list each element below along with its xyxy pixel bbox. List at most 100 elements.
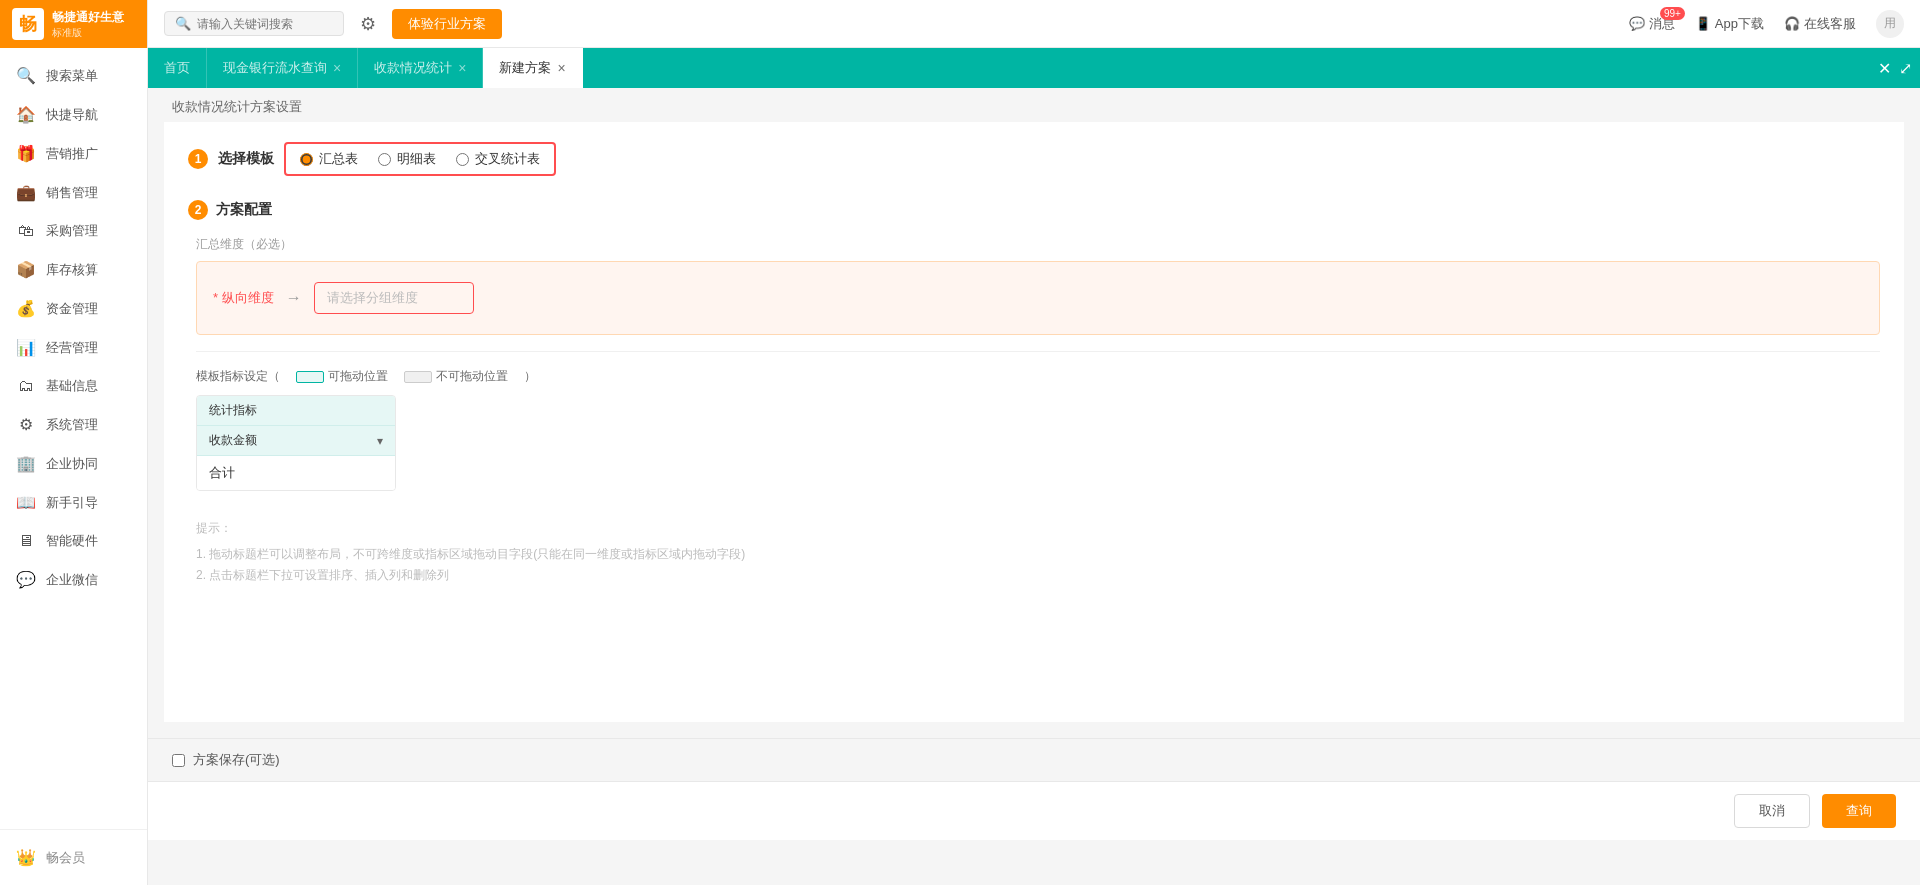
sales-icon: 💼 — [16, 183, 36, 202]
message-item[interactable]: 💬 消息 99+ — [1629, 15, 1675, 33]
service-item[interactable]: 🎧 在线客服 — [1784, 15, 1856, 33]
search-menu-icon: 🔍 — [16, 66, 36, 85]
tab-expand-icon[interactable]: ⤢ — [1899, 59, 1912, 78]
trial-button[interactable]: 体验行业方案 — [392, 9, 502, 39]
tab-bar: 首页 现金银行流水查询 × 收款情况统计 × 新建方案 × ✕ ⤢ — [148, 48, 1920, 88]
dimension-config-label: 汇总维度（必选） — [196, 236, 1880, 253]
sidebar-item-inventory[interactable]: 📦 库存核算 — [0, 250, 147, 289]
metrics-legend: 模板指标设定（ 可拖动位置 不可拖动位置 ） — [196, 368, 1880, 385]
purchase-icon: 🛍 — [16, 222, 36, 240]
download-icon: 📱 — [1695, 16, 1711, 31]
guide-icon: 📖 — [16, 493, 36, 512]
operations-icon: 📊 — [16, 338, 36, 357]
tab-collection-stats-close[interactable]: × — [458, 60, 466, 76]
sidebar: 畅 畅捷通好生意 标准版 🔍 搜索菜单 🏠 快捷导航 🎁 营销推广 💼 销售管理… — [0, 0, 148, 885]
metrics-table-row: 合计 — [197, 456, 395, 490]
save-option-label[interactable]: 方案保存(可选) — [193, 751, 280, 769]
tab-bank-flow[interactable]: 现金银行流水查询 × — [207, 48, 358, 88]
hardware-icon: 🖥 — [16, 532, 36, 550]
enterprise-icon: 🏢 — [16, 454, 36, 473]
form-container: 1 选择模板 汇总表 明细表 交叉统计表 — [164, 122, 1904, 722]
logo-text: 畅捷通好生意 标准版 — [52, 9, 124, 40]
sidebar-item-operations[interactable]: 📊 经营管理 — [0, 328, 147, 367]
sidebar-nav: 🔍 搜索菜单 🏠 快捷导航 🎁 营销推广 💼 销售管理 🛍 采购管理 📦 库存核… — [0, 48, 147, 829]
tips-section: 提示： 1. 拖动标题栏可以调整布局，不可跨维度或指标区域拖动目字段(只能在同一… — [196, 518, 1880, 587]
step2-number: 2 — [188, 200, 208, 220]
topbar-right: 💬 消息 99+ 📱 App下载 🎧 在线客服 用 — [1629, 10, 1904, 38]
dimension-grid: 纵向维度 → 请选择分组维度 — [196, 261, 1880, 335]
draggable-legend-icon — [296, 371, 324, 383]
download-item[interactable]: 📱 App下载 — [1695, 15, 1764, 33]
column-chevron-icon[interactable]: ▾ — [377, 434, 383, 448]
sidebar-item-sales[interactable]: 💼 销售管理 — [0, 173, 147, 212]
sidebar-item-hardware[interactable]: 🖥 智能硬件 — [0, 522, 147, 560]
breadcrumb: 收款情况统计方案设置 — [148, 88, 1920, 122]
radio-cross[interactable]: 交叉统计表 — [456, 150, 540, 168]
quick-nav-icon: 🏠 — [16, 105, 36, 124]
radio-detail[interactable]: 明细表 — [378, 150, 436, 168]
tab-home[interactable]: 首页 — [148, 48, 207, 88]
vertical-dimension-label: 纵向维度 — [213, 289, 274, 307]
metrics-header: 模板指标设定（ 可拖动位置 不可拖动位置 ） — [196, 368, 1880, 385]
search-input[interactable] — [197, 17, 317, 31]
save-checkbox[interactable] — [172, 754, 185, 767]
step2-section: 2 方案配置 汇总维度（必选） 纵向维度 → 请选择分组维度 — [188, 200, 1880, 587]
sidebar-logo: 畅 畅捷通好生意 标准版 — [0, 0, 147, 48]
headset-icon: 🎧 — [1784, 16, 1800, 31]
radio-summary[interactable]: 汇总表 — [300, 150, 358, 168]
tip-item-1: 1. 拖动标题栏可以调整布局，不可跨维度或指标区域拖动目字段(只能在同一维度或指… — [196, 544, 1880, 566]
dimension-row: 纵向维度 → 请选择分组维度 — [213, 282, 1863, 314]
tab-controls: ✕ ⤢ — [1870, 48, 1920, 88]
sidebar-item-purchase[interactable]: 🛍 采购管理 — [0, 212, 147, 250]
step2-header: 2 方案配置 — [188, 200, 1880, 220]
step2-title: 方案配置 — [216, 201, 272, 219]
sidebar-item-system[interactable]: ⚙ 系统管理 — [0, 405, 147, 444]
bottom-bar: 取消 查询 — [148, 781, 1920, 840]
sidebar-footer: 👑 畅会员 — [0, 829, 147, 885]
tab-collection-stats[interactable]: 收款情况统计 × — [358, 48, 483, 88]
metrics-table-header[interactable]: 统计指标 — [197, 396, 395, 426]
step1-section: 1 选择模板 汇总表 明细表 交叉统计表 — [188, 142, 1880, 176]
sidebar-item-basic-info[interactable]: 🗂 基础信息 — [0, 367, 147, 405]
search-icon: 🔍 — [175, 16, 191, 31]
member-icon: 👑 — [16, 848, 36, 867]
inventory-icon: 📦 — [16, 260, 36, 279]
user-avatar[interactable]: 用 — [1876, 10, 1904, 38]
draggable-legend: 可拖动位置 — [296, 368, 388, 385]
tab-bank-flow-close[interactable]: × — [333, 60, 341, 76]
system-icon: ⚙ — [16, 415, 36, 434]
finance-icon: 💰 — [16, 299, 36, 318]
wechat-icon: 💬 — [16, 570, 36, 589]
step1-number: 1 — [188, 149, 208, 169]
template-selection-box: 汇总表 明细表 交叉统计表 — [284, 142, 556, 176]
main-content: 🔍 ⚙ 体验行业方案 💬 消息 99+ 📱 App下载 🎧 在线客服 用 首页 — [148, 0, 1920, 885]
tab-new-plan-close[interactable]: × — [557, 60, 565, 76]
settings-icon[interactable]: ⚙ — [360, 13, 376, 35]
topbar-search-box[interactable]: 🔍 — [164, 11, 344, 36]
query-button[interactable]: 查询 — [1822, 794, 1896, 828]
fixed-legend-icon — [404, 371, 432, 383]
tab-new-plan[interactable]: 新建方案 × — [483, 48, 582, 88]
tab-close-all-icon[interactable]: ✕ — [1878, 59, 1891, 78]
sidebar-item-guide[interactable]: 📖 新手引导 — [0, 483, 147, 522]
step1-title: 选择模板 — [218, 150, 274, 168]
logo-icon: 畅 — [12, 8, 44, 40]
sidebar-item-search-menu[interactable]: 🔍 搜索菜单 — [0, 56, 147, 95]
sidebar-item-member[interactable]: 👑 畅会员 — [0, 838, 147, 877]
cancel-button[interactable]: 取消 — [1734, 794, 1810, 828]
tip-item-2: 2. 点击标题栏下拉可设置排序、插入列和删除列 — [196, 565, 1880, 587]
dimension-input[interactable]: 请选择分组维度 — [314, 282, 474, 314]
sidebar-item-wechat[interactable]: 💬 企业微信 — [0, 560, 147, 599]
sidebar-item-finance[interactable]: 💰 资金管理 — [0, 289, 147, 328]
metrics-column-header[interactable]: 收款金额 ▾ — [197, 426, 395, 456]
save-option: 方案保存(可选) — [148, 738, 1920, 781]
sidebar-item-quick-nav[interactable]: 🏠 快捷导航 — [0, 95, 147, 134]
metrics-table: 统计指标 收款金额 ▾ 合计 — [196, 395, 396, 491]
sidebar-item-marketing[interactable]: 🎁 营销推广 — [0, 134, 147, 173]
message-icon: 💬 — [1629, 16, 1645, 31]
sidebar-item-enterprise[interactable]: 🏢 企业协同 — [0, 444, 147, 483]
tips-title: 提示： — [196, 518, 1880, 540]
page-content: 收款情况统计方案设置 1 选择模板 汇总表 明细表 — [148, 88, 1920, 885]
dimension-arrow: → — [286, 289, 302, 307]
topbar: 🔍 ⚙ 体验行业方案 💬 消息 99+ 📱 App下载 🎧 在线客服 用 — [148, 0, 1920, 48]
